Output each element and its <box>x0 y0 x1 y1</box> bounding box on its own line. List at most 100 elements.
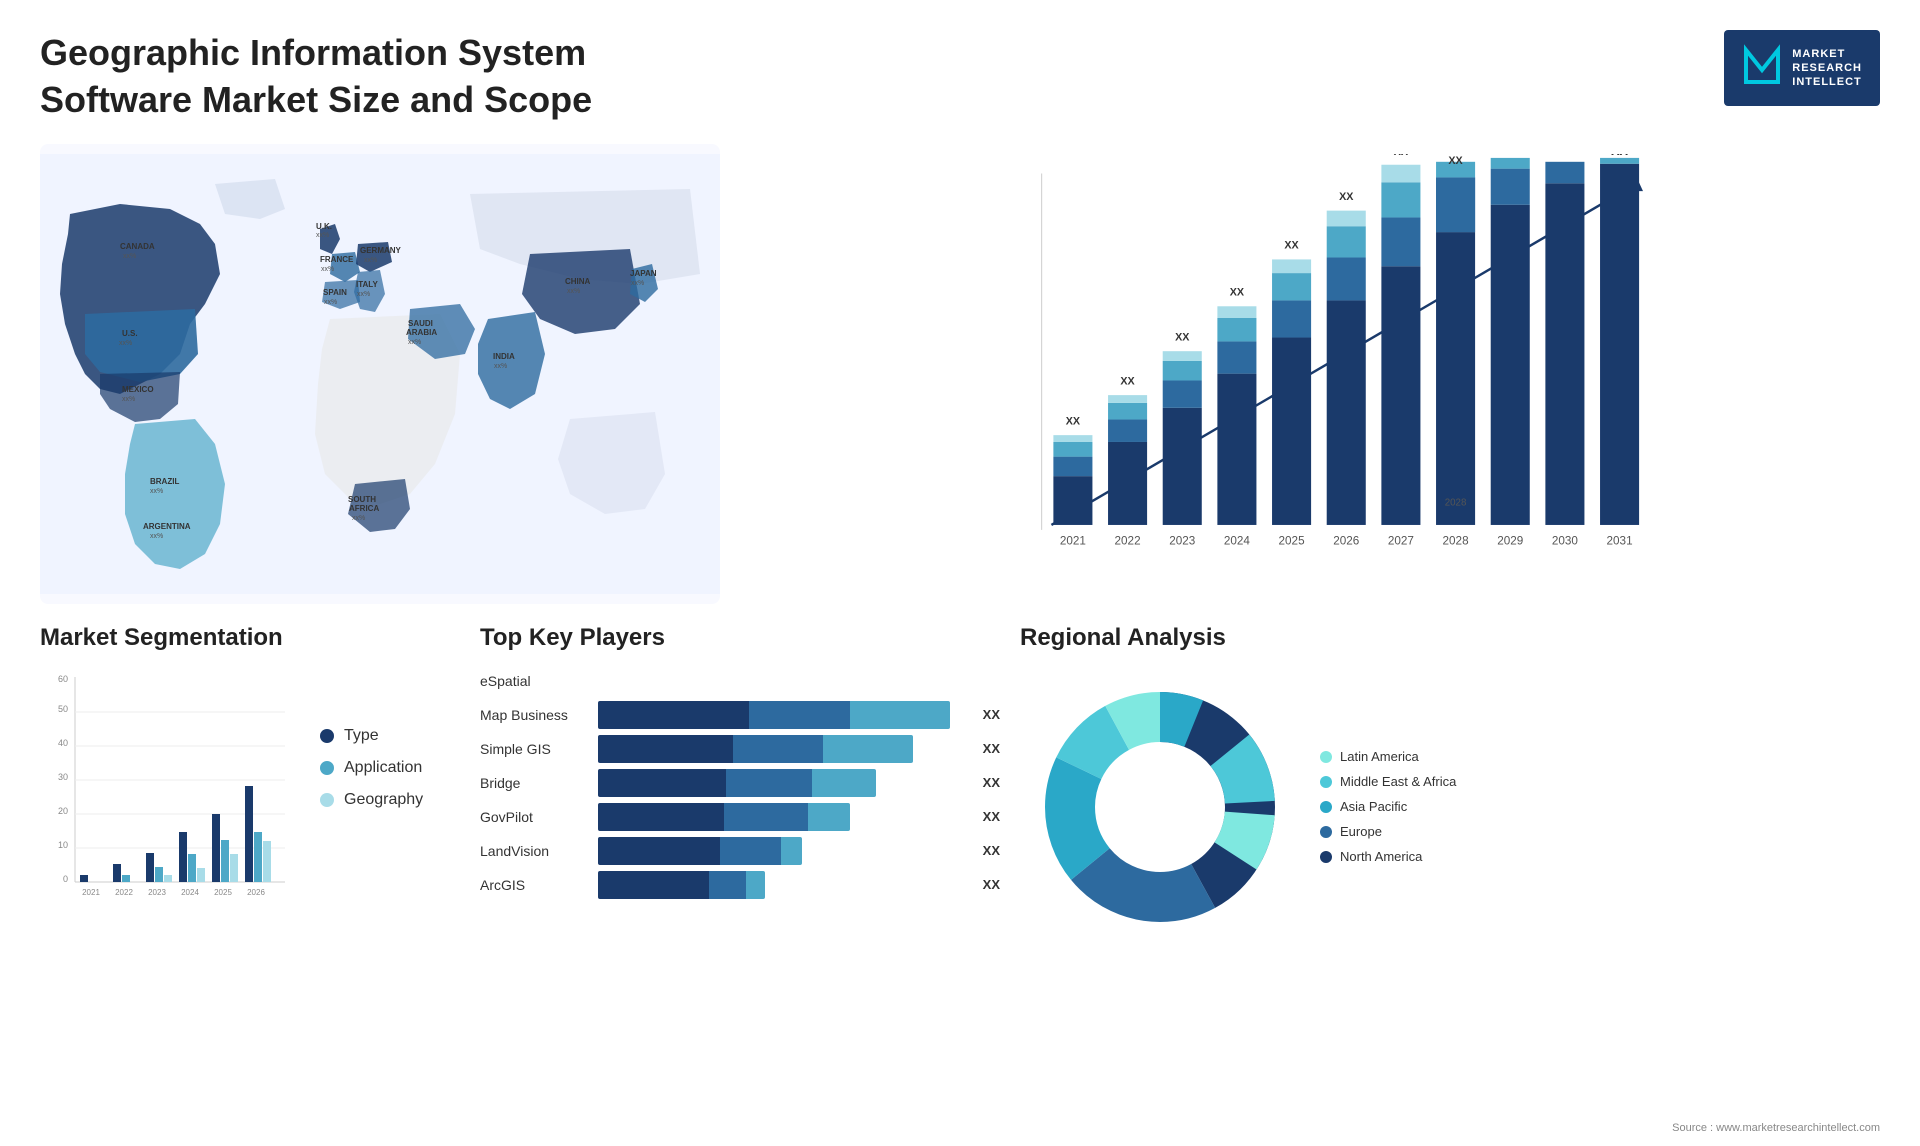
pie-dot-mea <box>1320 776 1332 788</box>
seg-svg-container: 0 10 20 30 40 50 60 <box>40 667 300 927</box>
svg-text:2026: 2026 <box>247 888 265 897</box>
player-value: XX <box>983 707 1000 722</box>
player-bar-container <box>598 667 1000 695</box>
svg-text:xx%: xx% <box>324 299 337 306</box>
svg-text:SPAIN: SPAIN <box>323 288 347 297</box>
pie-dot-na <box>1320 851 1332 863</box>
pie-chart <box>1020 667 1300 947</box>
svg-text:2029: 2029 <box>1497 534 1523 547</box>
player-bar-container <box>598 837 969 865</box>
svg-text:XX: XX <box>1394 154 1409 158</box>
players-container: Top Key Players eSpatial Map Business <box>480 624 1000 1116</box>
svg-text:2024: 2024 <box>181 888 199 897</box>
svg-text:ITALY: ITALY <box>356 280 378 289</box>
legend-application: Application <box>320 759 423 777</box>
svg-text:U.K.: U.K. <box>316 222 332 231</box>
main-container: Geographic Information System Software M… <box>0 0 1920 1146</box>
players-title: Top Key Players <box>480 624 1000 652</box>
top-row: CANADA xx% U.S. xx% MEXICO xx% BRAZIL xx… <box>40 144 1880 604</box>
svg-text:SOUTH: SOUTH <box>348 495 376 504</box>
logo-area: MARKET RESEARCH INTELLECT <box>1724 30 1880 106</box>
svg-text:JAPAN: JAPAN <box>630 269 657 278</box>
svg-text:2023: 2023 <box>1169 534 1195 547</box>
svg-text:2025: 2025 <box>1279 534 1306 547</box>
svg-text:2027: 2027 <box>1388 534 1414 547</box>
svg-text:xx%: xx% <box>122 396 135 403</box>
svg-text:XX: XX <box>1339 190 1354 202</box>
svg-text:2022: 2022 <box>115 888 133 897</box>
svg-text:xx%: xx% <box>150 488 163 495</box>
player-row: Simple GIS XX <box>480 735 1000 763</box>
player-bar <box>598 735 913 763</box>
source-text: Source : www.marketresearchintellect.com <box>1672 1122 1880 1134</box>
svg-text:2028: 2028 <box>1445 497 1467 508</box>
player-name: GovPilot <box>480 809 590 825</box>
player-value: XX <box>983 809 1000 824</box>
svg-text:2026: 2026 <box>1333 534 1359 547</box>
svg-text:XX: XX <box>1120 375 1135 387</box>
player-bar-container <box>598 735 969 763</box>
svg-text:xx%: xx% <box>494 363 507 370</box>
regional-container: Regional Analysis <box>1020 624 1880 1116</box>
svg-text:AFRICA: AFRICA <box>349 504 379 513</box>
svg-text:0: 0 <box>63 874 68 884</box>
svg-text:XX: XX <box>1611 154 1628 158</box>
pie-legend-item-europe: Europe <box>1320 824 1456 839</box>
pie-legend-item-mea: Middle East & Africa <box>1320 774 1456 789</box>
player-bar <box>598 701 950 729</box>
player-bar <box>598 837 802 865</box>
svg-text:MEXICO: MEXICO <box>122 385 154 394</box>
player-value: XX <box>983 775 1000 790</box>
player-name: Bridge <box>480 775 590 791</box>
map-container: CANADA xx% U.S. xx% MEXICO xx% BRAZIL xx… <box>40 144 720 604</box>
segmentation-title: Market Segmentation <box>40 624 460 652</box>
pie-legend-item-latin: Latin America <box>1320 749 1456 764</box>
player-name: Simple GIS <box>480 741 590 757</box>
legend-dot-geography <box>320 793 334 807</box>
player-bar <box>598 769 876 797</box>
logo-box: MARKET RESEARCH INTELLECT <box>1724 30 1880 106</box>
pie-dot-apac <box>1320 801 1332 813</box>
svg-text:60: 60 <box>58 674 68 684</box>
svg-text:FRANCE: FRANCE <box>320 255 354 264</box>
svg-text:2025: 2025 <box>214 888 232 897</box>
player-row: ArcGIS XX <box>480 871 1000 899</box>
svg-text:U.S.: U.S. <box>122 329 138 338</box>
bottom-row: Market Segmentation 0 10 20 30 40 5 <box>40 624 1880 1116</box>
player-value: XX <box>983 877 1000 892</box>
svg-text:20: 20 <box>58 806 68 816</box>
player-bar-container <box>598 701 969 729</box>
player-row: LandVision XX <box>480 837 1000 865</box>
svg-text:2031: 2031 <box>1607 534 1633 547</box>
svg-text:2028: 2028 <box>1443 534 1469 547</box>
svg-text:xx%: xx% <box>123 253 136 260</box>
player-name: LandVision <box>480 843 590 859</box>
player-bar <box>598 803 850 831</box>
svg-text:xx%: xx% <box>316 232 329 239</box>
svg-text:xx%: xx% <box>357 291 370 298</box>
regional-title: Regional Analysis <box>1020 624 1880 652</box>
svg-text:XX: XX <box>1066 415 1081 427</box>
player-bar-container <box>598 871 969 899</box>
svg-text:xx%: xx% <box>119 340 132 347</box>
page-title: Geographic Information System Software M… <box>40 30 740 124</box>
svg-text:2022: 2022 <box>1115 534 1141 547</box>
player-row: eSpatial <box>480 667 1000 695</box>
svg-text:BRAZIL: BRAZIL <box>150 477 179 486</box>
player-bar-container <box>598 769 969 797</box>
legend-dot-application <box>320 761 334 775</box>
pie-legend-item-apac: Asia Pacific <box>1320 799 1456 814</box>
svg-text:XX: XX <box>1230 286 1245 298</box>
svg-text:xx%: xx% <box>352 515 365 522</box>
player-row: Bridge XX <box>480 769 1000 797</box>
pie-dot-europe <box>1320 826 1332 838</box>
svg-text:50: 50 <box>58 704 68 714</box>
seg-chart-area: 0 10 20 30 40 50 60 <box>40 667 460 927</box>
svg-text:GERMANY: GERMANY <box>360 246 402 255</box>
svg-text:2023: 2023 <box>148 888 166 897</box>
pie-legend: Latin America Middle East & Africa Asia … <box>1320 749 1456 864</box>
svg-text:INDIA: INDIA <box>493 352 515 361</box>
svg-text:xx%: xx% <box>567 288 580 295</box>
player-name: eSpatial <box>480 673 590 689</box>
pie-dot-latin <box>1320 751 1332 763</box>
